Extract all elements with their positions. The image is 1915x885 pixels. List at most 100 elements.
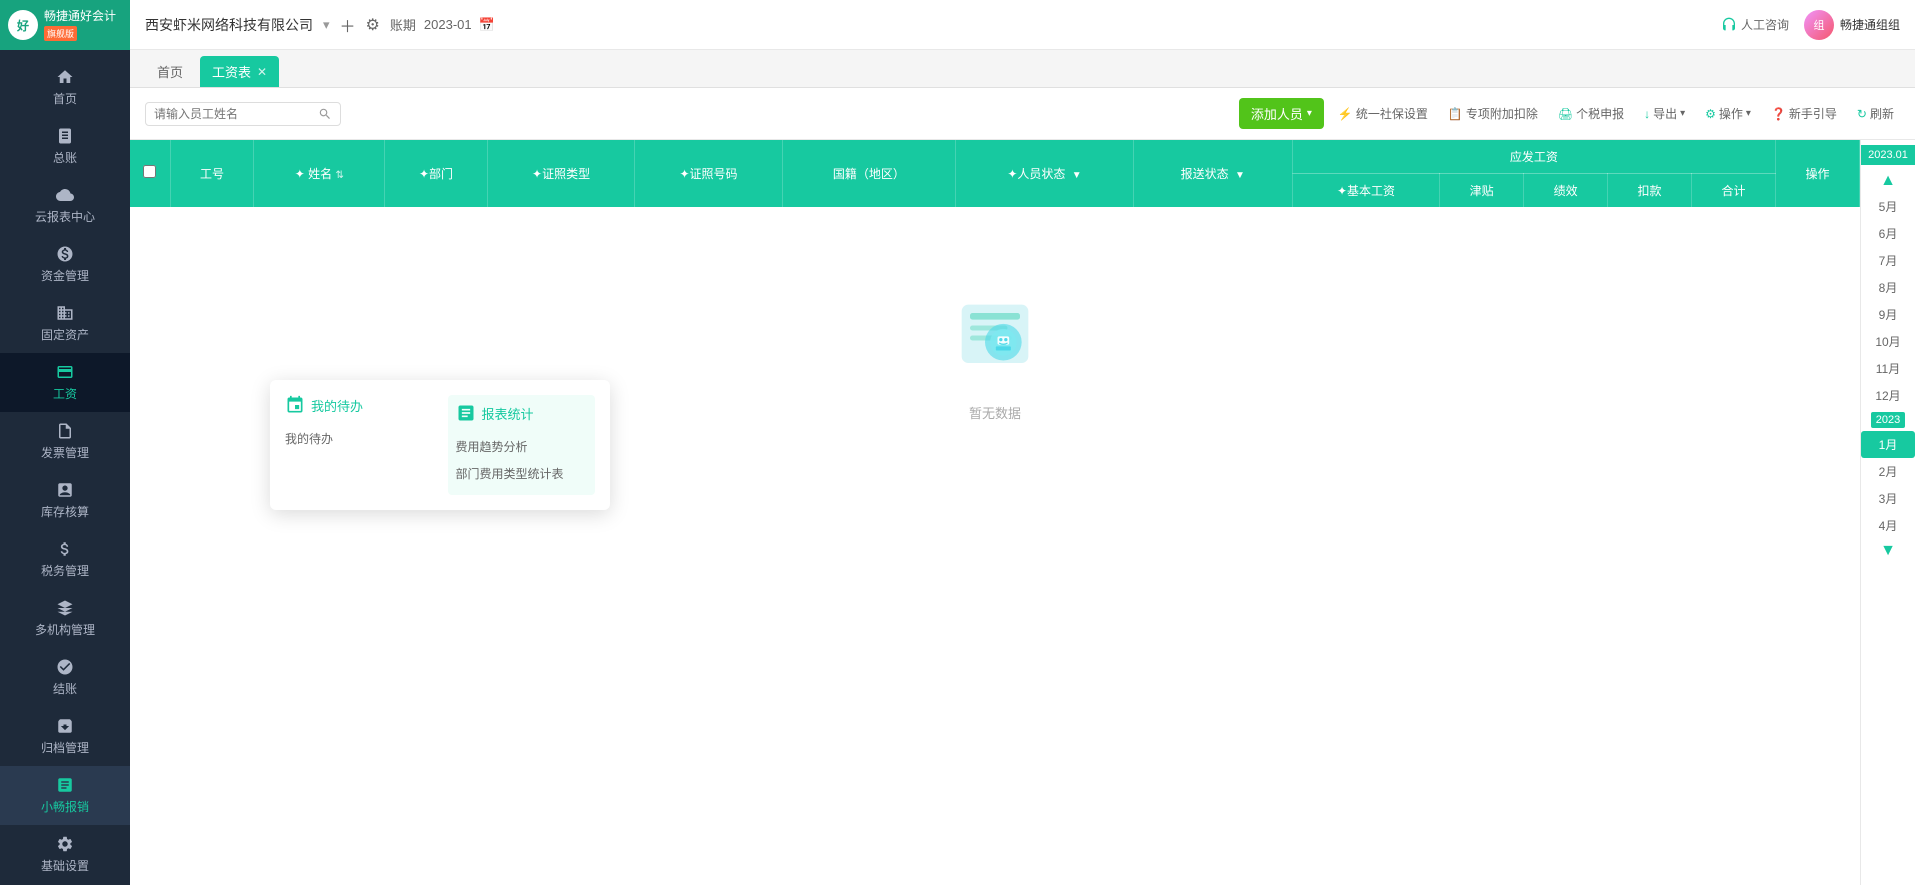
add-person-chevron-icon: ▾ [1307, 108, 1312, 119]
add-company-button[interactable]: ＋ [340, 13, 356, 37]
sidebar-item-multi-org[interactable]: 多机构管理 [0, 589, 130, 648]
user-name: 畅捷通组组 [1840, 16, 1900, 33]
period-label: 账期 2023-01 📅 [390, 15, 495, 34]
closing-icon [56, 658, 74, 676]
book-icon [56, 127, 74, 145]
report-icon [56, 776, 74, 794]
empty-icon [945, 288, 1045, 388]
main-content: 西安虾米网络科技有限公司 ▾ ＋ ⚙ 账期 2023-01 📅 人工咨询 组 畅… [130, 0, 1915, 885]
add-person-button[interactable]: 添加人员 ▾ [1239, 98, 1324, 129]
date-month-5[interactable]: 5月 [1861, 193, 1915, 220]
date-prev-button[interactable]: ▲ [1877, 169, 1899, 193]
guide-toolbar-icon: ❓ [1771, 107, 1786, 121]
sidebar-nav: 首页 总账 云报表中心 资金管理 固定资产 工资 发票管理 库存核算 [0, 50, 130, 885]
col-name: ✦ 姓名 ⇅ [254, 140, 385, 207]
salary-table: 工号 ✦ 姓名 ⇅ ✦部门 ✦证照类型 ✦证照号码 国籍（地区） ✦人员 [130, 140, 1860, 208]
popup-menu: 我的待办 我的待办 报表统计 费用趋势分析 部门费用类型统计表 [270, 380, 610, 510]
person-status-filter-icon[interactable]: ▼ [1072, 170, 1082, 181]
new-guide-button[interactable]: ❓ 新手引导 [1765, 101, 1843, 126]
popup-section2: 报表统计 费用趋势分析 部门费用类型统计表 [448, 395, 596, 495]
calendar-icon[interactable]: 📅 [479, 17, 495, 33]
logo-icon: 好 [8, 10, 38, 40]
home-icon [56, 68, 74, 86]
popup-item-my-todo[interactable]: 我的待办 [285, 425, 433, 452]
sidebar-item-home[interactable]: 首页 [0, 58, 130, 117]
refresh-icon: ↻ [1857, 107, 1867, 121]
sidebar-item-tax[interactable]: 税务管理 [0, 530, 130, 589]
sidebar-item-fund[interactable]: 资金管理 [0, 235, 130, 294]
date-next-button[interactable]: ▼ [1877, 539, 1899, 563]
empty-text: 暂无数据 [969, 403, 1021, 422]
col-base-salary: ✦基本工资 [1292, 174, 1439, 208]
sidebar-item-xiaochang[interactable]: 小畅报销 [0, 766, 130, 825]
date-month-9[interactable]: 9月 [1861, 301, 1915, 328]
fund-icon [56, 245, 74, 263]
search-icon [318, 107, 332, 121]
export-chevron-icon: ▾ [1680, 108, 1685, 119]
asset-icon [56, 304, 74, 322]
popup-section1: 我的待办 我的待办 [285, 395, 433, 495]
col-person-status: ✦人员状态 ▼ [956, 140, 1134, 207]
col-deduct: 扣款 [1608, 174, 1692, 208]
sidebar: 好 畅捷通好会计 旗舰版 首页 总账 云报表中心 资金管理 固定资产 工资 [0, 0, 130, 885]
inventory-icon [56, 481, 74, 499]
col-dept: ✦部门 [385, 140, 488, 207]
date-panel: 2023.01 ▲ 5月 6月 7月 8月 9月 10月 11月 12月 202… [1860, 140, 1915, 885]
company-chevron-icon[interactable]: ▾ [323, 17, 330, 33]
sidebar-item-inventory[interactable]: 库存核算 [0, 471, 130, 530]
col-job-number: 工号 [170, 140, 254, 207]
date-month-6[interactable]: 6月 [1861, 220, 1915, 247]
date-month-7[interactable]: 7月 [1861, 247, 1915, 274]
select-all-checkbox[interactable] [143, 165, 156, 178]
sidebar-logo[interactable]: 好 畅捷通好会计 旗舰版 [0, 0, 130, 50]
tax-report-button[interactable]: 🖨 个税申报 [1552, 101, 1630, 126]
sidebar-item-invoice[interactable]: 发票管理 [0, 412, 130, 471]
tax-r-icon: 🖨 [1558, 107, 1573, 121]
sidebar-item-ledger[interactable]: 总账 [0, 117, 130, 176]
col-total: 合计 [1692, 174, 1776, 208]
date-month-1[interactable]: 1月 [1861, 431, 1915, 458]
deduct-icon: 📋 [1448, 107, 1463, 121]
date-month-2[interactable]: 2月 [1861, 458, 1915, 485]
sidebar-item-closing[interactable]: 结账 [0, 648, 130, 707]
help-button[interactable]: 人工咨询 [1721, 16, 1789, 33]
operate-button[interactable]: ⚙ 操作 ▾ [1699, 101, 1757, 126]
topbar: 西安虾米网络科技有限公司 ▾ ＋ ⚙ 账期 2023-01 📅 人工咨询 组 畅… [130, 0, 1915, 50]
sidebar-item-basic-settings[interactable]: 基础设置 [0, 825, 130, 884]
popup-section2-title: 报表统计 [456, 403, 588, 423]
salary-icon [56, 363, 74, 381]
user-menu[interactable]: 组 畅捷通组组 [1804, 10, 1900, 40]
toolbar: 添加人员 ▾ ⚡ 统一社保设置 📋 专项附加扣除 🖨 个税申报 ↓ 导出 [130, 88, 1915, 140]
topbar-right: 人工咨询 组 畅捷通组组 [1721, 10, 1900, 40]
sidebar-item-fixed-assets[interactable]: 固定资产 [0, 294, 130, 353]
col-nationality: 国籍（地区） [782, 140, 955, 207]
refresh-button[interactable]: ↻ 刷新 [1851, 101, 1900, 126]
tab-close-button[interactable]: ✕ [257, 65, 267, 79]
cloud-icon [56, 186, 74, 204]
date-month-10[interactable]: 10月 [1861, 328, 1915, 355]
todo-icon [285, 395, 305, 415]
sidebar-item-cloud-report[interactable]: 云报表中心 [0, 176, 130, 235]
settings-button[interactable]: ⚙ [366, 15, 380, 35]
export-button[interactable]: ↓ 导出 ▾ [1638, 101, 1691, 126]
operate-chevron-icon: ▾ [1746, 108, 1751, 119]
popup-item-dept-expense[interactable]: 部门费用类型统计表 [456, 460, 588, 487]
search-input[interactable] [154, 107, 314, 121]
name-sort-icon[interactable]: ⇅ [335, 170, 343, 181]
social-security-button[interactable]: ⚡ 统一社保设置 [1332, 101, 1434, 126]
send-status-filter-icon[interactable]: ▼ [1235, 170, 1245, 181]
export-icon: ↓ [1644, 107, 1650, 121]
date-month-11[interactable]: 11月 [1861, 355, 1915, 382]
special-deduct-button[interactable]: 📋 专项附加扣除 [1442, 101, 1544, 126]
sidebar-item-archive[interactable]: 归档管理 [0, 707, 130, 766]
tab-home[interactable]: 首页 [145, 56, 195, 87]
sidebar-item-salary[interactable]: 工资 [0, 353, 130, 412]
date-month-12[interactable]: 12月 [1861, 382, 1915, 409]
date-panel-header: 2023.01 [1861, 145, 1915, 165]
col-group-salary: 应发工资 [1292, 140, 1775, 174]
date-month-3[interactable]: 3月 [1861, 485, 1915, 512]
date-month-4[interactable]: 4月 [1861, 512, 1915, 539]
date-month-8[interactable]: 8月 [1861, 274, 1915, 301]
popup-item-expense-trend[interactable]: 费用趋势分析 [456, 433, 588, 460]
tab-salary-table[interactable]: 工资表 ✕ [200, 56, 279, 87]
